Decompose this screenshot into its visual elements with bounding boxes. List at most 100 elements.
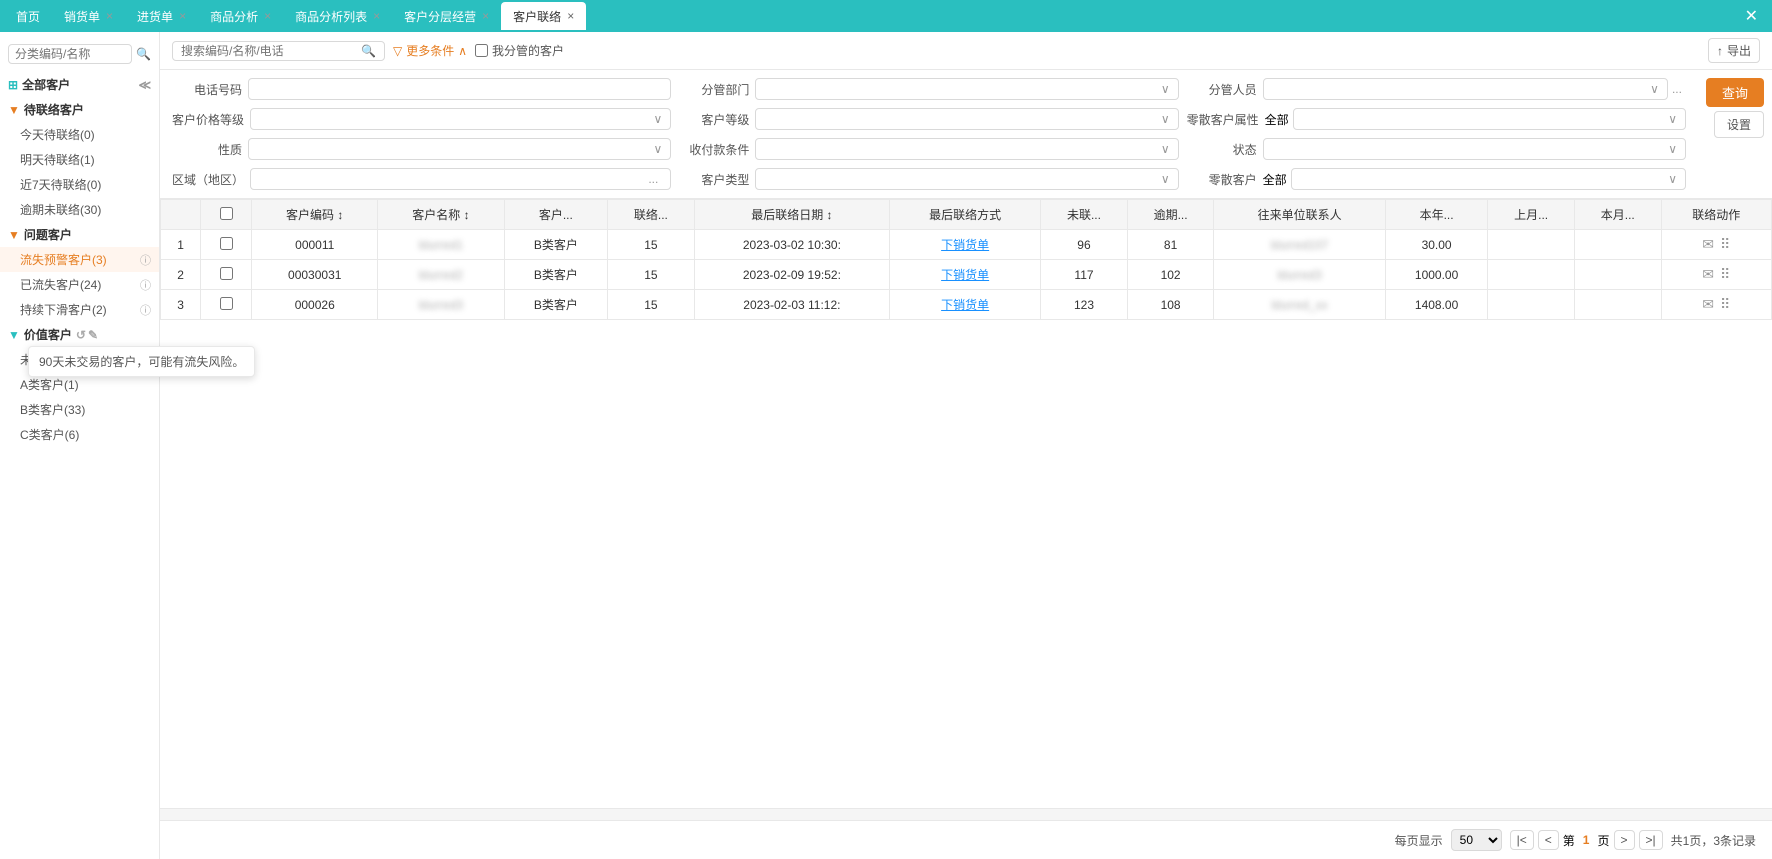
customer-level-select[interactable]: ∨	[755, 108, 1178, 130]
next-page-button[interactable]: >	[1614, 830, 1635, 850]
search-input[interactable]	[181, 44, 361, 58]
cell-unit-contact: blurred107	[1214, 230, 1385, 260]
action-message-icon[interactable]: ✉	[1702, 296, 1714, 313]
zero-retail-attr-select[interactable]: ∨	[1293, 108, 1686, 130]
tab-product-analysis[interactable]: 商品分析 ×	[198, 2, 283, 30]
pagination: 每页显示 50 100 |< < 第 1 页 > >| 共1页，3条记录	[160, 820, 1772, 859]
price-level-select[interactable]: ∨	[250, 108, 671, 130]
cell-type: B类客户	[504, 230, 608, 260]
tab-product-list-close[interactable]: ×	[373, 9, 380, 23]
sidebar-item-tomorrow[interactable]: 明天待联络(1)	[0, 147, 159, 172]
customer-type-select[interactable]: ∨	[755, 168, 1178, 190]
tab-home[interactable]: 首页	[4, 2, 52, 30]
value-customer-section[interactable]: ▼ 价值客户 ↺ ✎	[0, 322, 159, 347]
sidebar-item-c-class[interactable]: C类客户(6)	[0, 422, 159, 447]
cell-this-year: 1000.00	[1385, 260, 1488, 290]
dept-select[interactable]: ∨	[755, 78, 1178, 100]
all-customers-header[interactable]: ⊞ 全部客户 ≪	[0, 72, 159, 97]
last-page-button[interactable]: >|	[1639, 830, 1663, 850]
row-checkbox-2[interactable]	[220, 297, 233, 310]
first-page-button[interactable]: |<	[1510, 830, 1534, 850]
sidebar-item-today[interactable]: 今天待联络(0)	[0, 122, 159, 147]
cell-contact: 15	[608, 290, 695, 320]
sidebar-item-churned[interactable]: 已流失客户(24) ⓘ	[0, 272, 159, 297]
tab-sales-close[interactable]: ×	[106, 9, 113, 23]
arrow-icon: ▼	[8, 103, 20, 117]
tab-purchase[interactable]: 进货单 ×	[125, 2, 198, 30]
arrow-icon-3: ▼	[8, 328, 20, 342]
tab-product-analysis-close[interactable]: ×	[264, 9, 271, 23]
sidebar-item-overdue[interactable]: 逾期未联络(30)	[0, 197, 159, 222]
chevron-icon-4: ∨	[1161, 112, 1170, 126]
tab-customer-layer[interactable]: 客户分层经营 ×	[392, 2, 501, 30]
person-select[interactable]: ∨	[1263, 78, 1668, 100]
col-name[interactable]: 客户名称 ↕	[378, 200, 504, 230]
my-customers-checkbox[interactable]	[475, 44, 488, 57]
region-select[interactable]: ...	[250, 168, 671, 190]
sidebar-search-icon[interactable]: 🔍	[136, 47, 151, 61]
cell-last-way[interactable]: 下销货单	[890, 260, 1041, 290]
cell-actions: ✉ ⠿	[1661, 290, 1771, 320]
query-button[interactable]: 查询	[1706, 78, 1764, 107]
sidebar-item-b-class[interactable]: B类客户(33)	[0, 397, 159, 422]
cell-checkbox[interactable]	[201, 290, 252, 320]
tab-purchase-close[interactable]: ×	[179, 9, 186, 23]
page-size-select[interactable]: 50 100	[1451, 829, 1502, 851]
page-label: 第	[1563, 832, 1575, 849]
cell-checkbox[interactable]	[201, 230, 252, 260]
chevron-icon-7: ∨	[1161, 142, 1170, 156]
edit-icon[interactable]: ✎	[88, 328, 98, 342]
action-more-icon[interactable]: ⠿	[1720, 296, 1730, 313]
action-more-icon[interactable]: ⠿	[1720, 236, 1730, 253]
at-risk-section[interactable]: ▼ 问题客户	[0, 222, 159, 247]
window-close-button[interactable]: ✕	[1735, 6, 1768, 26]
action-message-icon[interactable]: ✉	[1702, 266, 1714, 283]
tab-product-list[interactable]: 商品分析列表 ×	[283, 2, 392, 30]
col-actions: 联络动作	[1661, 200, 1771, 230]
cell-name: blurred2	[378, 260, 504, 290]
select-all-checkbox[interactable]	[220, 207, 233, 220]
col-code[interactable]: 客户编码 ↕	[252, 200, 378, 230]
settings-button[interactable]: 设置	[1714, 111, 1764, 138]
gender-select[interactable]: ∨	[248, 138, 671, 160]
cell-last-way[interactable]: 下销货单	[890, 290, 1041, 320]
pending-contact-section[interactable]: ▼ 待联络客户	[0, 97, 159, 122]
refresh-icon[interactable]: ↺	[76, 328, 86, 342]
col-last-date[interactable]: 最后联络日期 ↕	[694, 200, 889, 230]
sidebar-item-declining[interactable]: 持续下滑客户(2) ⓘ	[0, 297, 159, 322]
tab-customer-layer-close[interactable]: ×	[482, 9, 489, 23]
zero-retail-select[interactable]: ∨	[1291, 168, 1686, 190]
row-checkbox-1[interactable]	[220, 267, 233, 280]
cell-contact: 15	[608, 230, 695, 260]
more-filter-button[interactable]: ▽ 更多条件 ∧	[393, 42, 467, 59]
cell-no-contact: 123	[1041, 290, 1128, 320]
person-more-button[interactable]: ...	[1668, 82, 1686, 96]
cell-contact: 15	[608, 260, 695, 290]
table-row: 1 000011 blurred1 B类客户 15 2023-03-02 10:…	[161, 230, 1772, 260]
col-checkbox[interactable]	[201, 200, 252, 230]
table-row: 2 00030031 blurred2 B类客户 15 2023-02-09 1…	[161, 260, 1772, 290]
arrow-icon-2: ▼	[8, 228, 20, 242]
phone-input[interactable]	[248, 78, 671, 100]
cell-type: B类客户	[504, 260, 608, 290]
action-message-icon[interactable]: ✉	[1702, 236, 1714, 253]
cell-checkbox[interactable]	[201, 260, 252, 290]
export-button[interactable]: ↑ 导出	[1708, 38, 1760, 63]
sidebar-item-churn-warning[interactable]: 流失预警客户(3) ⓘ	[0, 247, 159, 272]
my-customers-checkbox-label[interactable]: 我分管的客户	[475, 42, 564, 59]
sidebar-search-input[interactable]	[8, 44, 132, 64]
status-select[interactable]: ∨	[1263, 138, 1686, 160]
tab-customer-contact-close[interactable]: ×	[567, 9, 574, 23]
search-icon[interactable]: 🔍	[361, 44, 376, 58]
row-checkbox-0[interactable]	[220, 237, 233, 250]
horizontal-scrollbar[interactable]	[160, 808, 1772, 820]
table-header-row: 客户编码 ↕ 客户名称 ↕ 客户... 联络... 最后联络日期 ↕ 最后联络方…	[161, 200, 1772, 230]
cell-last-way[interactable]: 下销货单	[890, 230, 1041, 260]
payment-select[interactable]: ∨	[755, 138, 1178, 160]
region-more-button[interactable]: ...	[644, 172, 662, 186]
prev-page-button[interactable]: <	[1538, 830, 1559, 850]
sidebar-item-7days[interactable]: 近7天待联络(0)	[0, 172, 159, 197]
action-more-icon[interactable]: ⠿	[1720, 266, 1730, 283]
tab-customer-contact[interactable]: 客户联络 ×	[501, 2, 586, 30]
tab-sales[interactable]: 销货单 ×	[52, 2, 125, 30]
